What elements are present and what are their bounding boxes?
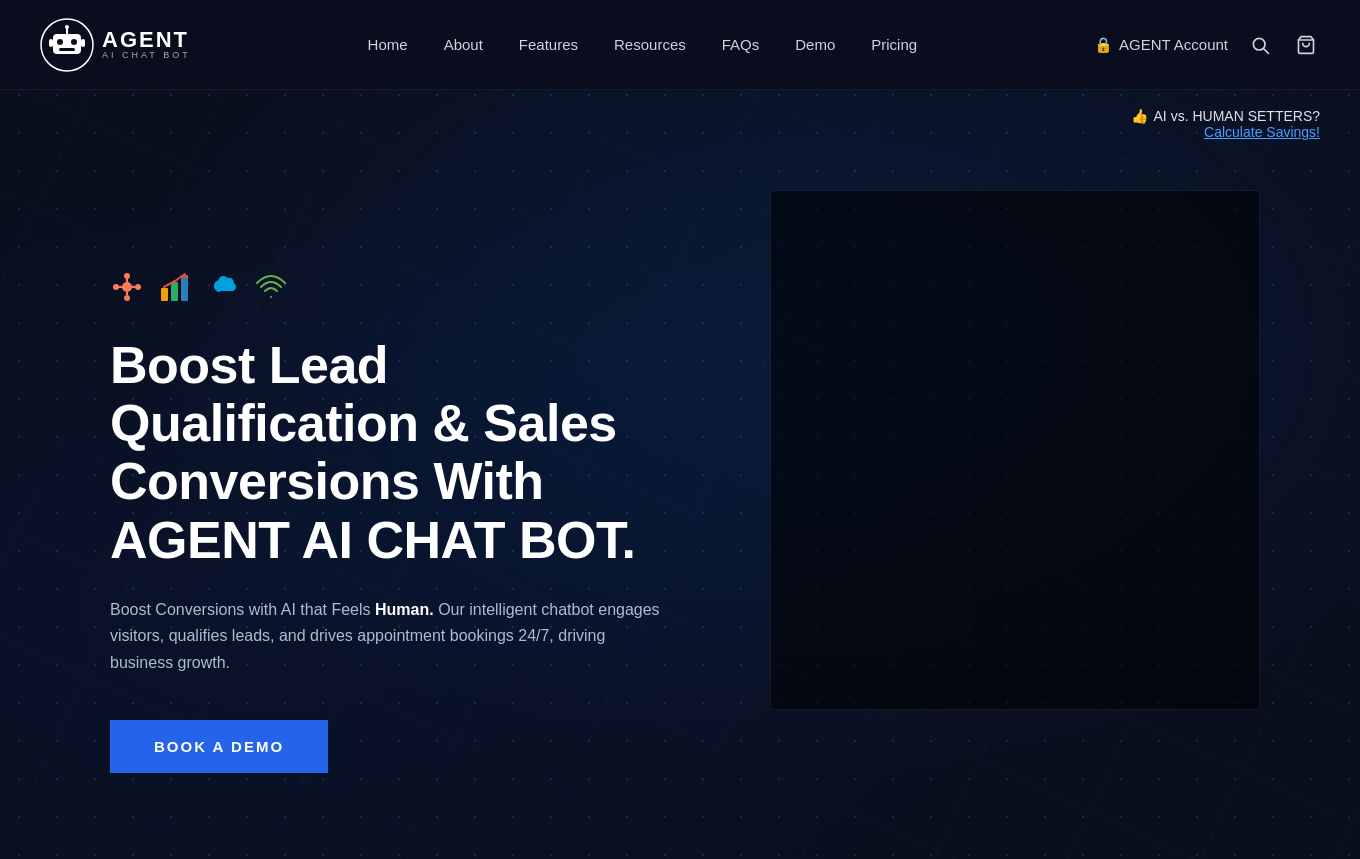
- logo-agent: AGENT: [102, 29, 191, 51]
- promo-text: AI vs. HUMAN SETTERS?: [1154, 108, 1320, 124]
- book-demo-button[interactable]: BOOK A DEMO: [110, 720, 328, 773]
- svg-point-15: [113, 284, 119, 290]
- svg-rect-23: [181, 275, 188, 301]
- nav-item-pricing[interactable]: Pricing: [871, 36, 917, 53]
- navbar: AGENT AI CHAT BOT Home About Features Re…: [0, 0, 1360, 90]
- hero-title: Boost Lead Qualification & Sales Convers…: [110, 336, 710, 569]
- nav-item-demo[interactable]: Demo: [795, 36, 835, 53]
- hero-video-panel: [770, 190, 1260, 710]
- svg-rect-22: [171, 282, 178, 301]
- promo-link[interactable]: Calculate Savings!: [1131, 124, 1320, 140]
- search-button[interactable]: [1246, 31, 1274, 59]
- svg-point-2: [57, 39, 63, 45]
- svg-point-6: [65, 25, 69, 29]
- nav-item-home[interactable]: Home: [368, 36, 408, 53]
- hero-desc-prefix: Boost Conversions with AI that Feels: [110, 601, 375, 618]
- svg-point-3: [71, 39, 77, 45]
- nav-links: Home About Features Resources FAQs Demo …: [368, 36, 918, 54]
- svg-rect-21: [161, 288, 168, 301]
- hero-left: Boost Lead Qualification & Sales Convers…: [110, 210, 710, 773]
- promo-icon: 👍: [1131, 108, 1148, 124]
- account-link[interactable]: 🔒 AGENT Account: [1094, 36, 1228, 54]
- svg-rect-4: [59, 48, 75, 51]
- signal-icon: [254, 270, 288, 304]
- svg-line-10: [1264, 48, 1269, 53]
- hero-desc-bold: Human.: [375, 601, 434, 618]
- svg-point-14: [124, 295, 130, 301]
- chartup-icon: [158, 270, 192, 304]
- promo-top: 👍 AI vs. HUMAN SETTERS?: [1131, 108, 1320, 124]
- cart-icon: [1296, 35, 1316, 55]
- nav-item-about[interactable]: About: [444, 36, 483, 53]
- nav-right: 🔒 AGENT Account: [1094, 31, 1320, 59]
- nav-item-faqs[interactable]: FAQs: [722, 36, 760, 53]
- cart-button[interactable]: [1292, 31, 1320, 59]
- logo-sub: AI CHAT BOT: [102, 51, 191, 60]
- svg-rect-7: [49, 39, 53, 47]
- svg-point-16: [135, 284, 141, 290]
- logo-text: AGENT AI CHAT BOT: [102, 29, 191, 60]
- logo-link[interactable]: AGENT AI CHAT BOT: [40, 18, 191, 72]
- logo-icon: [40, 18, 94, 72]
- svg-point-13: [124, 273, 130, 279]
- hubspot-icon: [110, 270, 144, 304]
- svg-rect-8: [81, 39, 85, 47]
- svg-point-12: [122, 282, 132, 292]
- nav-item-features[interactable]: Features: [519, 36, 578, 53]
- nav-item-resources[interactable]: Resources: [614, 36, 686, 53]
- salesforce-icon: [206, 270, 240, 304]
- integration-icons: [110, 270, 710, 304]
- promo-banner: 👍 AI vs. HUMAN SETTERS? Calculate Saving…: [1131, 108, 1320, 140]
- hero-section: Boost Lead Qualification & Sales Convers…: [0, 90, 1360, 859]
- hero-description: Boost Conversions with AI that Feels Hum…: [110, 597, 670, 676]
- lock-icon: 🔒: [1094, 36, 1113, 54]
- search-icon: [1250, 35, 1270, 55]
- account-label: AGENT Account: [1119, 36, 1228, 53]
